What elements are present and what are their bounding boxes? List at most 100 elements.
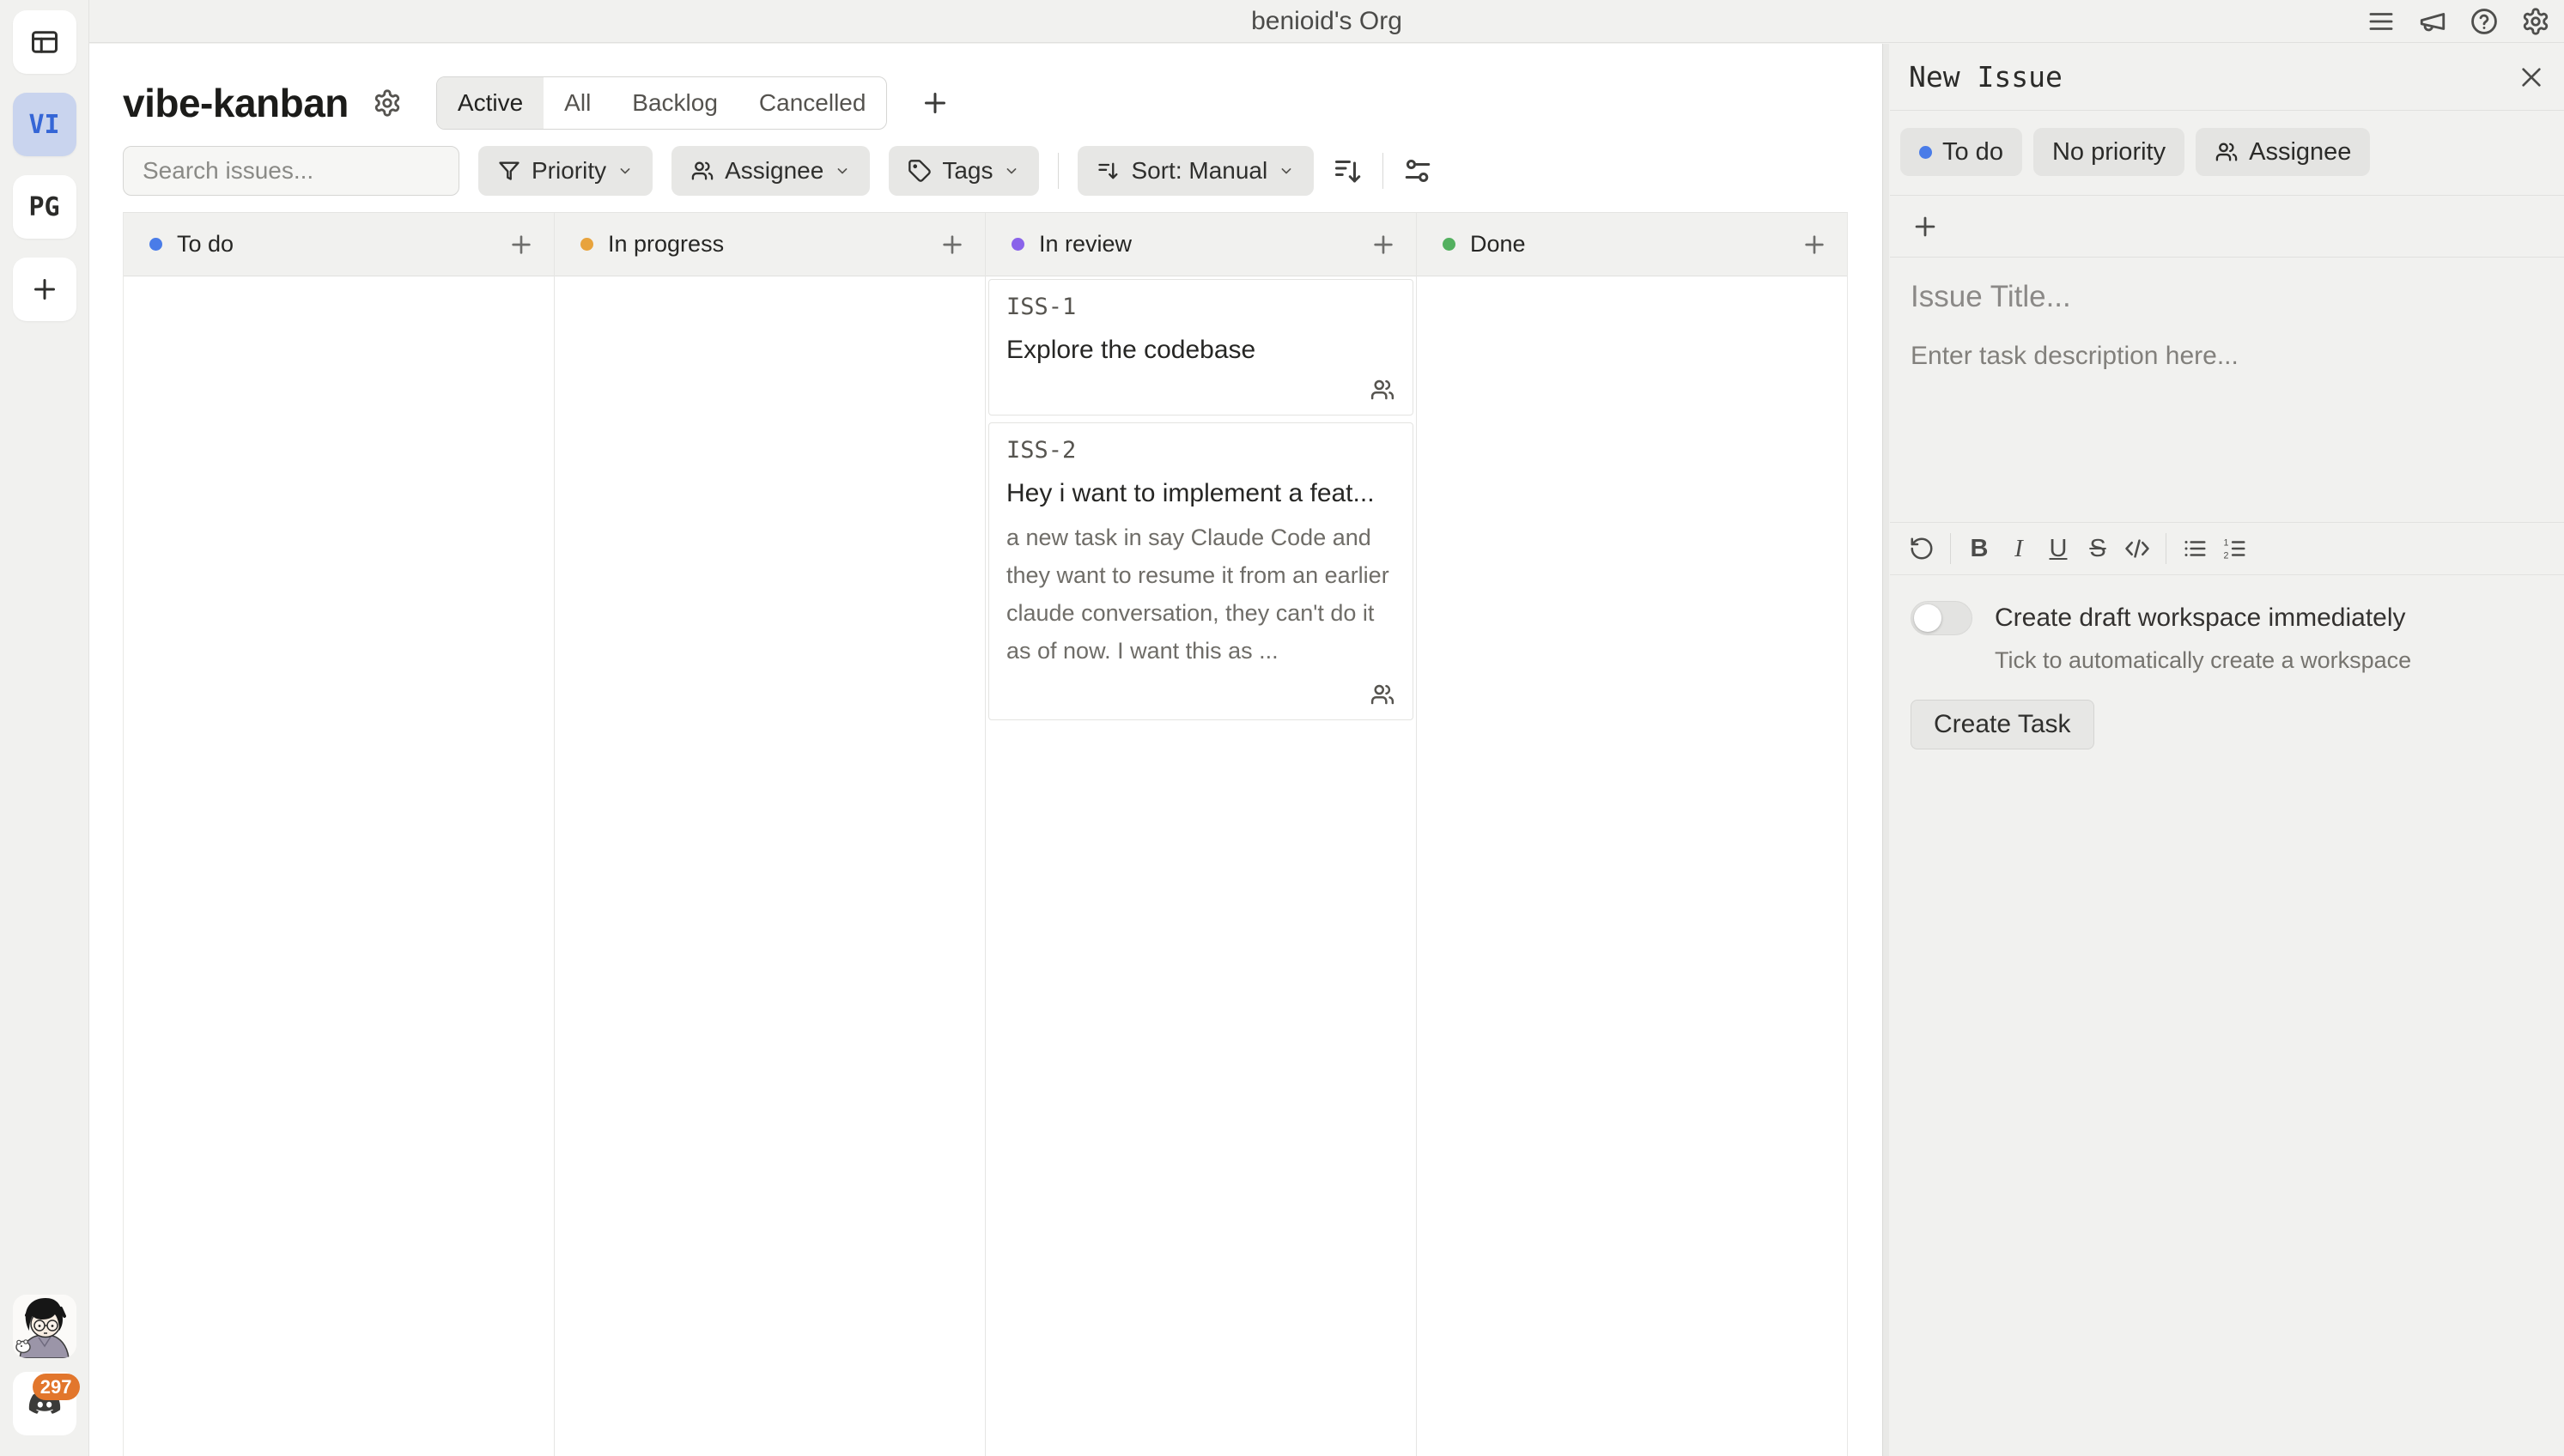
column-body: ISS-1 Explore the codebase ISS-2 Hey i w… xyxy=(986,276,1416,1456)
workspace-initials: VI xyxy=(28,110,59,140)
workspace-tile-vi[interactable]: VI xyxy=(13,93,76,156)
org-title: benioid's Org xyxy=(1251,7,1402,36)
undo-button[interactable] xyxy=(1902,529,1941,568)
assignee-filter-button[interactable]: Assignee xyxy=(671,146,870,196)
plus-icon xyxy=(507,231,535,258)
boards-home-button[interactable] xyxy=(13,10,76,74)
sort-icon xyxy=(1097,159,1121,183)
users-icon xyxy=(2215,140,2239,164)
status-dot xyxy=(1012,238,1024,251)
add-card-button[interactable] xyxy=(507,231,535,258)
code-button[interactable] xyxy=(2117,529,2157,568)
add-workspace-button[interactable] xyxy=(13,258,76,321)
user-avatar[interactable] xyxy=(13,1295,76,1358)
status-dot xyxy=(1443,238,1455,251)
workspace-tile-pg[interactable]: PG xyxy=(13,175,76,239)
issue-card[interactable]: ISS-1 Explore the codebase xyxy=(988,279,1413,416)
column-in-review: In review ISS-1 Explore the codebase ISS… xyxy=(985,213,1416,1456)
announcements-icon[interactable] xyxy=(2418,7,2447,36)
panel-title: New Issue xyxy=(1909,60,2063,94)
sort-button-label: Sort: Manual xyxy=(1131,157,1267,185)
issue-editor: Issue Title... Enter task description he… xyxy=(1890,258,2564,522)
column-header: In review xyxy=(986,213,1416,276)
tags-filter-button[interactable]: Tags xyxy=(889,146,1039,196)
svg-text:1: 1 xyxy=(2224,537,2229,548)
sort-direction-button[interactable] xyxy=(1333,155,1364,186)
assignees-button[interactable] xyxy=(1370,377,1395,403)
help-icon[interactable] xyxy=(2470,7,2499,36)
column-name: In review xyxy=(1039,231,1132,258)
add-card-button[interactable] xyxy=(939,231,966,258)
tags-filter-label: Tags xyxy=(942,157,993,185)
close-icon xyxy=(2518,64,2545,91)
column-body xyxy=(555,276,985,1456)
add-view-button[interactable] xyxy=(920,88,951,118)
add-property-button[interactable] xyxy=(1911,212,1940,241)
bold-button[interactable]: B xyxy=(1959,529,1999,568)
project-header: vibe-kanban Active All Backlog Cancelled xyxy=(123,76,1882,130)
issue-card[interactable]: ISS-2 Hey i want to implement a feat... … xyxy=(988,422,1413,720)
strikethrough-button[interactable]: S xyxy=(2078,529,2117,568)
column-header: To do xyxy=(124,213,554,276)
svg-text:2: 2 xyxy=(2224,550,2229,561)
tab-active[interactable]: Active xyxy=(437,77,544,129)
chevron-down-icon xyxy=(834,162,851,179)
column-name: In progress xyxy=(608,231,724,258)
panel-resize-handle[interactable] xyxy=(1883,44,1889,1456)
add-card-button[interactable] xyxy=(1370,231,1397,258)
underline-button[interactable]: U xyxy=(2038,529,2078,568)
sliders-icon xyxy=(1402,155,1433,186)
page-title: vibe-kanban xyxy=(123,80,349,126)
filter-toolbar: Priority Assignee Tags Sort: Manual xyxy=(123,145,1882,197)
plus-icon xyxy=(1370,231,1397,258)
issue-title: Explore the codebase xyxy=(1006,336,1395,365)
discord-button[interactable]: 297 xyxy=(13,1372,76,1435)
close-panel-button[interactable] xyxy=(2518,64,2545,91)
column-in-progress: In progress xyxy=(554,213,985,1456)
priority-chip[interactable]: No priority xyxy=(2033,128,2184,176)
rail-bottom: 297 xyxy=(13,1295,76,1435)
column-name: To do xyxy=(177,231,234,258)
chevron-down-icon xyxy=(1003,162,1020,179)
create-task-button[interactable]: Create Task xyxy=(1911,700,2094,749)
issue-property-chips: To do No priority Assignee xyxy=(1890,111,2564,196)
new-issue-panel: New Issue To do No priority Assignee xyxy=(1882,44,2564,1456)
undo-icon xyxy=(1909,536,1935,561)
numbered-list-button[interactable]: 12 xyxy=(2215,529,2254,568)
issue-id: ISS-1 xyxy=(1006,294,1395,320)
issue-title-input[interactable]: Issue Title... xyxy=(1911,280,2543,314)
plus-icon xyxy=(1911,212,1940,241)
assignee-chip[interactable]: Assignee xyxy=(2196,128,2370,176)
bullet-list-button[interactable] xyxy=(2175,529,2215,568)
status-dot xyxy=(149,238,162,251)
display-options-button[interactable] xyxy=(1402,155,1433,186)
toggle-label: Create draft workspace immediately xyxy=(1995,604,2406,633)
sort-button[interactable]: Sort: Manual xyxy=(1078,146,1314,196)
toolbar-divider xyxy=(1058,153,1059,189)
panel-header: New Issue xyxy=(1890,44,2564,111)
draft-workspace-toggle[interactable] xyxy=(1911,601,1972,635)
priority-filter-button[interactable]: Priority xyxy=(478,146,653,196)
project-settings-gear-icon[interactable] xyxy=(373,88,402,118)
status-dot xyxy=(580,238,593,251)
top-bar: benioid's Org xyxy=(89,0,2564,43)
status-chip[interactable]: To do xyxy=(1900,128,2022,176)
tab-backlog[interactable]: Backlog xyxy=(611,77,738,129)
assignee-chip-label: Assignee xyxy=(2249,138,2351,167)
italic-button[interactable]: I xyxy=(1999,529,2038,568)
add-card-button[interactable] xyxy=(1801,231,1828,258)
toolbar-divider xyxy=(1382,153,1383,189)
settings-gear-icon[interactable] xyxy=(2521,7,2550,36)
search-input[interactable] xyxy=(123,146,459,196)
draft-workspace-toggle-row: Create draft workspace immediately xyxy=(1911,601,2543,635)
tab-all[interactable]: All xyxy=(544,77,611,129)
tab-cancelled[interactable]: Cancelled xyxy=(738,77,887,129)
assignees-button[interactable] xyxy=(1370,682,1395,707)
issue-description-input[interactable]: Enter task description here... xyxy=(1911,342,2543,371)
discord-notification-badge: 297 xyxy=(33,1374,80,1400)
users-icon xyxy=(690,159,714,183)
toggle-hint: Tick to automatically create a workspace xyxy=(1995,647,2543,674)
menu-icon[interactable] xyxy=(2367,7,2396,36)
topbar-icons xyxy=(2367,7,2550,36)
assignee-filter-label: Assignee xyxy=(725,157,823,185)
